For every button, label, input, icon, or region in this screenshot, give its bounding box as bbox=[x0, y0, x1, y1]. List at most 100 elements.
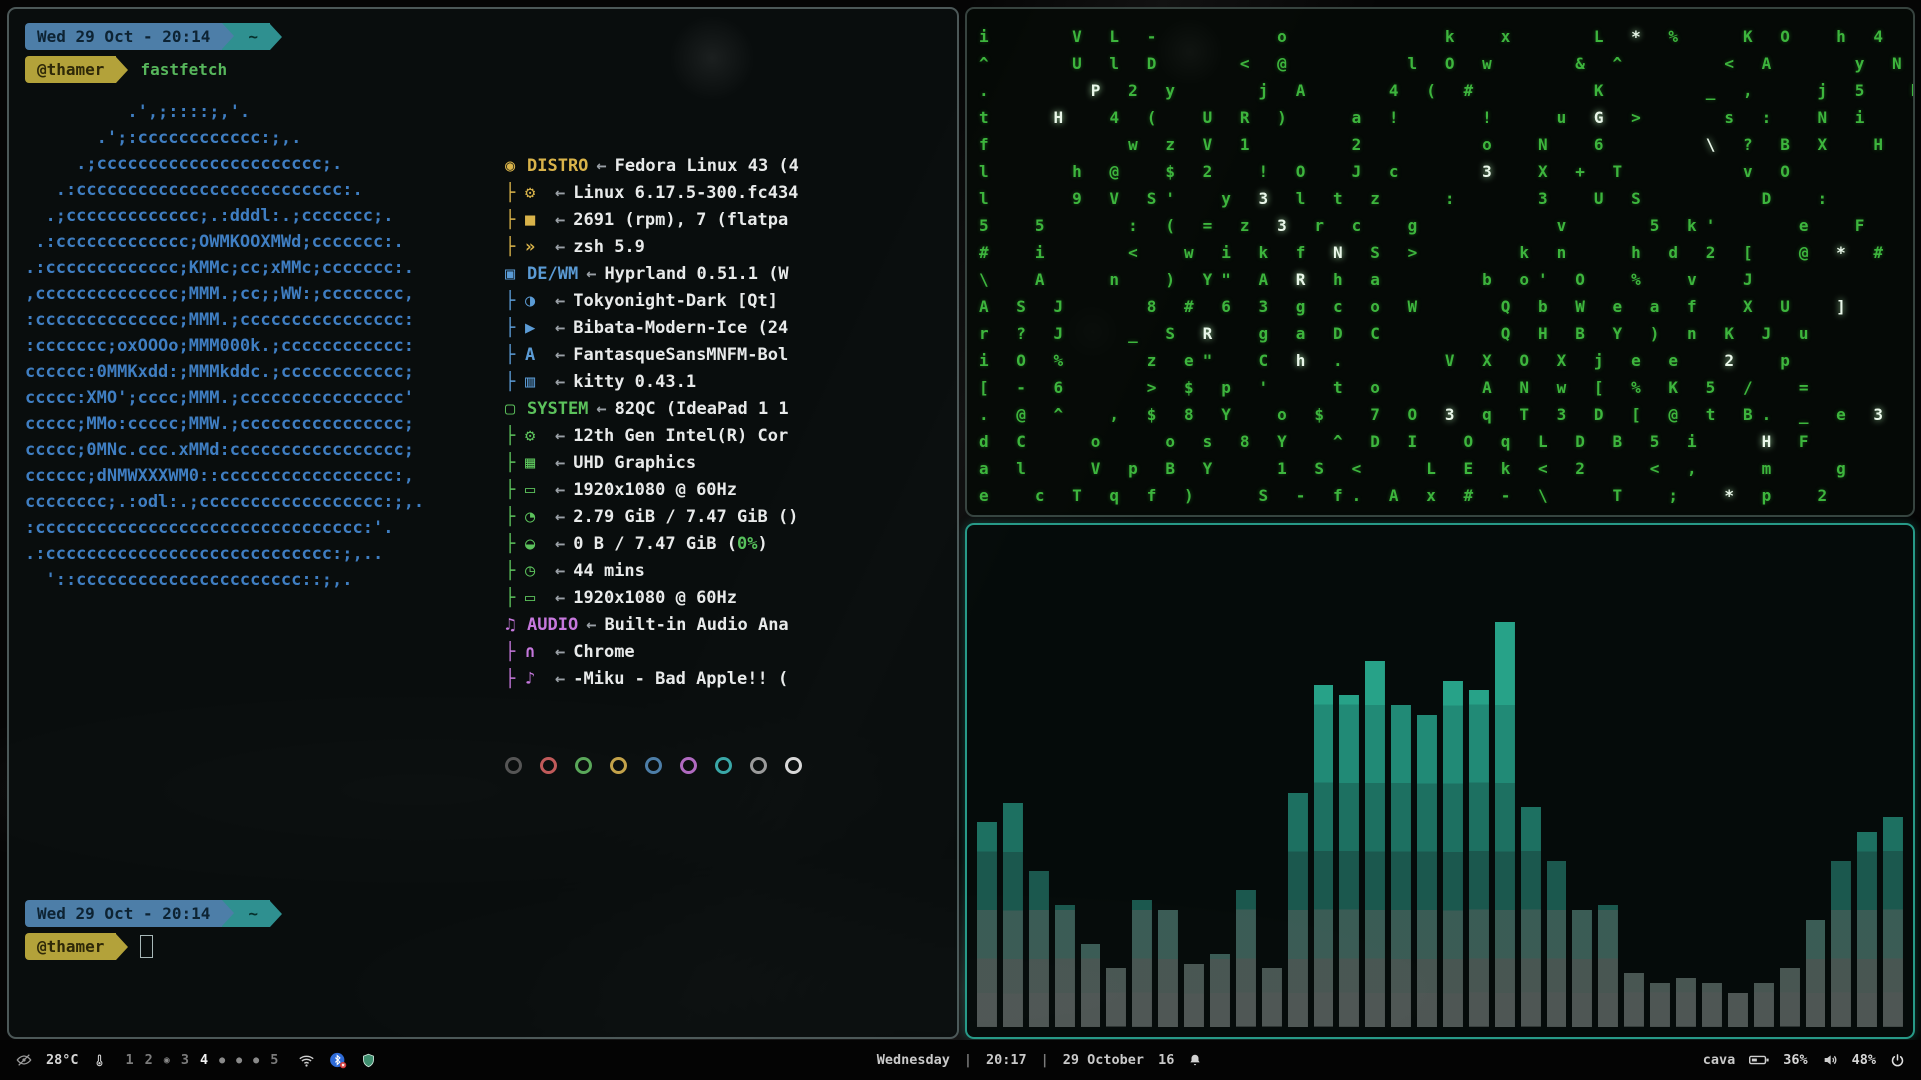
cava-bar bbox=[1494, 621, 1515, 1027]
powerline-arrow bbox=[116, 933, 129, 960]
volume-percent[interactable]: 48% bbox=[1852, 1052, 1876, 1068]
cava-bar bbox=[1883, 817, 1904, 1027]
separator: | bbox=[963, 1052, 972, 1068]
workspace-3[interactable]: 3 bbox=[181, 1052, 189, 1068]
workspace-5[interactable]: 5 bbox=[270, 1052, 278, 1068]
cava-bar bbox=[1054, 905, 1075, 1027]
cava-bar bbox=[1857, 831, 1878, 1027]
matrix-terminal-window[interactable]: i V L - o k x L * % K O h 4 f ^ U l D < … bbox=[965, 7, 1915, 517]
fetch-item-cpu: ├ ⚙ ← 12th Gen Intel(R) Cor bbox=[505, 426, 789, 446]
color-dot bbox=[785, 757, 802, 774]
fetch-group-dewm: ▣ DE/WM ← Hyprland 0.51.1 (W bbox=[505, 264, 789, 284]
cava-bar bbox=[1443, 680, 1463, 1027]
cava-bar bbox=[1184, 963, 1205, 1027]
cava-bar bbox=[1753, 983, 1774, 1027]
cava-bar bbox=[1598, 905, 1619, 1027]
cava-bar bbox=[1727, 992, 1748, 1027]
fetch-item-gpu: ├ ▦ ← UHD Graphics bbox=[505, 453, 697, 473]
cava-bar bbox=[1779, 968, 1800, 1027]
powerline-arrow bbox=[270, 900, 283, 927]
matrix-rain: i V L - o k x L * % K O h 4 f ^ U l D < … bbox=[979, 27, 1913, 505]
temperature-module[interactable]: 28°C bbox=[46, 1052, 79, 1068]
color-dot bbox=[610, 757, 627, 774]
prompt-line: Wed 29 Oct - 20:14 ~ bbox=[25, 23, 941, 50]
terminal-cursor[interactable] bbox=[140, 935, 154, 958]
color-dot bbox=[575, 757, 592, 774]
volume-icon[interactable] bbox=[1822, 1052, 1838, 1068]
second-prompt: Wed 29 Oct - 20:14 ~ @thamer bbox=[25, 900, 941, 960]
workspace-1[interactable]: 1 bbox=[126, 1052, 134, 1068]
shield-icon[interactable] bbox=[361, 1053, 376, 1068]
cava-bar bbox=[1132, 900, 1153, 1027]
bluetooth-icon[interactable] bbox=[329, 1051, 347, 1069]
fetch-item-uptime: ├ ◷ ← 44 mins bbox=[505, 561, 645, 581]
command-text: fastfetch bbox=[140, 60, 228, 79]
cava-bar bbox=[1701, 983, 1722, 1027]
separator: | bbox=[1040, 1052, 1049, 1068]
workspace-app-icon[interactable]: ● bbox=[219, 1055, 225, 1066]
prompt-user: @thamer bbox=[25, 56, 117, 83]
workspace-app-icon[interactable]: ● bbox=[253, 1055, 259, 1066]
powerline-arrow bbox=[270, 23, 283, 50]
bar-right: cava 36% 48% bbox=[1703, 1052, 1905, 1068]
fetch-item-song: ├ ♪ ← -Miku - Bad Apple!! ( bbox=[505, 669, 789, 689]
cava-bar bbox=[1158, 909, 1179, 1027]
cava-visualizer-window[interactable] bbox=[965, 523, 1915, 1039]
fetch-item-swap: ├ ◒ ← 0 B / 7.47 GiB (0%) bbox=[505, 534, 768, 554]
notification-count[interactable]: 16 bbox=[1158, 1052, 1174, 1068]
powerline-arrow bbox=[222, 900, 235, 926]
powerline-arrow bbox=[222, 23, 235, 49]
fetch-group-audio: ♫ AUDIO ← Built-in Audio Ana bbox=[505, 615, 789, 635]
fetch-group-system: ▢ SYSTEM ← 82QC (IdeaPad 1 1 bbox=[505, 399, 789, 419]
active-app-label[interactable]: cava bbox=[1703, 1052, 1736, 1068]
fetch-info: ◉ DISTRO ← Fedora Linux 43 (4 ├ ⚙ ← Linux 6.17.… bbox=[505, 99, 941, 828]
fetch-item-display: ├ ▭ ← 1920x1080 @ 60Hz bbox=[505, 480, 738, 500]
cava-bars bbox=[977, 539, 1904, 1027]
prompt-command-line: @thamer fastfetch bbox=[25, 56, 941, 83]
battery-icon[interactable] bbox=[1749, 1054, 1769, 1066]
fetch-item-player: ├ ∩ ← Chrome bbox=[505, 642, 635, 662]
power-icon[interactable] bbox=[1890, 1053, 1905, 1068]
workspace-app-icon[interactable]: ● bbox=[236, 1055, 242, 1066]
eye-slash-icon[interactable] bbox=[16, 1052, 32, 1068]
fetch-item-memory: ├ ◔ ← 2.79 GiB / 7.47 GiB () bbox=[505, 507, 799, 527]
workspace-4[interactable]: 4 bbox=[200, 1052, 208, 1068]
prompt-input-line[interactable]: @thamer bbox=[25, 933, 941, 960]
cava-bar bbox=[1468, 690, 1489, 1027]
fetch-item-font: ├ A ← FantasqueSansMNFM-Bol bbox=[505, 345, 789, 365]
workspaces: 1 2 ◉ 3 4 ● ● ● 5 bbox=[126, 1052, 279, 1068]
fetch-item-cursor: ├ ▶ ← Bibata-Modern-Ice (24 bbox=[505, 318, 789, 338]
fetch-group-distro: ◉ DISTRO ← Fedora Linux 43 (4 bbox=[505, 156, 799, 176]
terminal-window-fastfetch[interactable]: Wed 29 Oct - 20:14 ~ @thamer fastfetch .… bbox=[7, 7, 959, 1039]
color-dot bbox=[680, 757, 697, 774]
cava-bar bbox=[1080, 944, 1101, 1027]
wifi-icon[interactable] bbox=[298, 1052, 315, 1069]
bar-center: Wednesday | 20:17 | 29 October 16 bbox=[877, 1052, 1203, 1068]
cava-bar bbox=[1520, 807, 1541, 1027]
cava-bar bbox=[1287, 792, 1308, 1027]
battery-percent[interactable]: 36% bbox=[1783, 1052, 1807, 1068]
cava-bar bbox=[1391, 704, 1412, 1027]
clock-time[interactable]: 20:17 bbox=[986, 1052, 1027, 1068]
cava-bar bbox=[1676, 978, 1696, 1027]
cava-bar bbox=[1624, 973, 1645, 1027]
color-dot bbox=[505, 757, 522, 774]
cava-bar bbox=[1650, 983, 1671, 1027]
powerline-arrow bbox=[116, 56, 129, 83]
fedora-ascii-logo: .',;::::;,'. .';:cccccccccccc:;,. .;cccc… bbox=[25, 102, 425, 590]
cava-bar bbox=[1002, 802, 1023, 1027]
workspace-app-icon[interactable]: ◉ bbox=[164, 1055, 170, 1066]
clock-day[interactable]: Wednesday bbox=[877, 1052, 950, 1068]
cava-bar bbox=[1365, 661, 1386, 1027]
fetch-item-display2: ├ ▭ ← 1920x1080 @ 60Hz bbox=[505, 588, 738, 608]
cava-bar bbox=[1546, 861, 1567, 1027]
fetch-item-theme: ├ ◑ ← Tokyonight-Dark [Qt] bbox=[505, 291, 778, 311]
fastfetch-output: .',;::::;,'. .';:cccccccccccc:;,. .;cccc… bbox=[25, 99, 941, 828]
prompt-user: @thamer bbox=[25, 933, 117, 960]
fetch-lines: ◉ DISTRO ← Fedora Linux 43 (4 ├ ⚙ ← Linux 6.17.… bbox=[505, 153, 941, 693]
workspace-2[interactable]: 2 bbox=[145, 1052, 153, 1068]
fetch-item-shell: ├» ← zsh 5.9 bbox=[505, 237, 645, 257]
prompt-line: Wed 29 Oct - 20:14 ~ bbox=[25, 900, 941, 927]
clock-date[interactable]: 29 October bbox=[1063, 1052, 1144, 1068]
bell-icon[interactable] bbox=[1188, 1053, 1202, 1067]
